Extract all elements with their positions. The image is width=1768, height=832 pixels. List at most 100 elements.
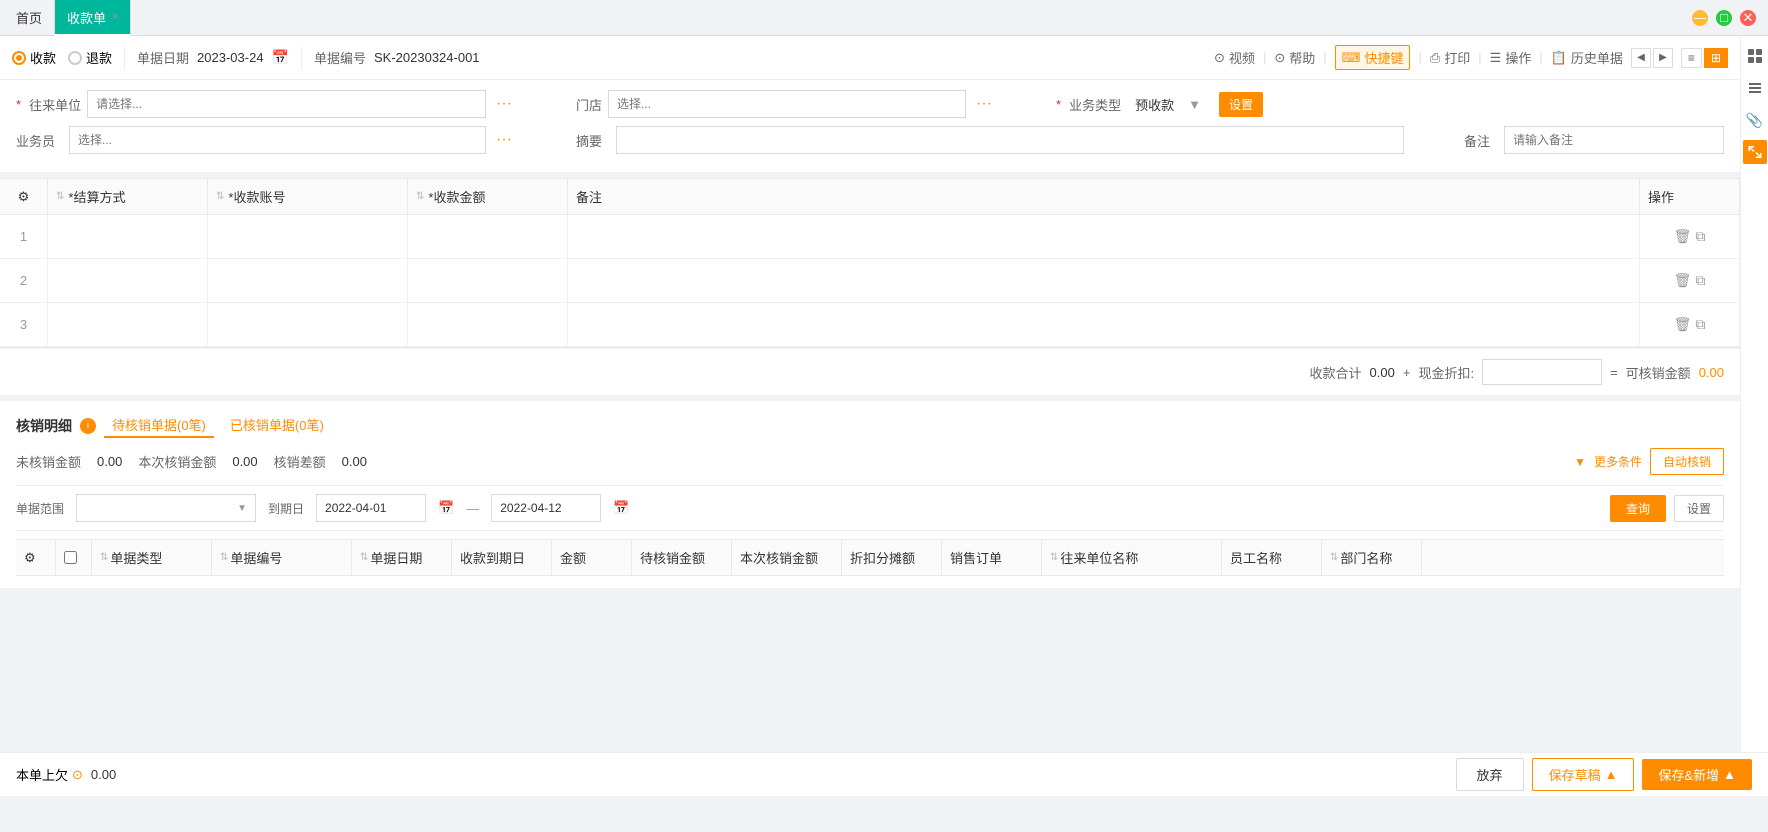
settings-button[interactable]: 设置 — [1219, 92, 1263, 117]
discard-button[interactable]: 放弃 — [1456, 758, 1524, 791]
sidebar-expand-icon[interactable] — [1743, 140, 1767, 164]
row-1-settlement[interactable] — [48, 215, 208, 258]
sidebar-table-icon[interactable] — [1743, 44, 1767, 68]
more-conditions-icon[interactable]: ▼ — [1574, 455, 1586, 469]
verify-title-text: 核销明细 — [16, 416, 72, 436]
save-new-button[interactable]: 保存&新增 ▲ — [1642, 759, 1752, 790]
staff-more-button[interactable]: ··· — [492, 131, 516, 149]
row-2-remark[interactable] — [568, 259, 1640, 302]
col-gear[interactable]: ⚙ — [0, 179, 48, 214]
help-label: 帮助 — [1289, 48, 1315, 67]
shortcut-label: 快捷键 — [1364, 48, 1403, 67]
bcol-pending: 待核销金额 — [632, 540, 732, 575]
close-button[interactable]: ✕ — [1740, 10, 1756, 26]
partner-more-button[interactable]: ··· — [492, 95, 516, 113]
range-select[interactable]: ▼ — [76, 494, 256, 522]
row-3-amount[interactable] — [408, 303, 568, 346]
date-picker-icon[interactable]: 📅 — [272, 49, 289, 66]
remark-field: 备注 — [1464, 126, 1724, 154]
save-new-arrow: ▲ — [1723, 767, 1736, 782]
setting-button[interactable]: 设置 — [1674, 495, 1724, 522]
toolbar-right: ⊙ 视频 | ⊙ 帮助 | ⌨ 快捷键 | ⎙ 打印 | ☰ 操作 | — [1214, 45, 1728, 70]
verify-info-icon[interactable]: i — [80, 418, 96, 434]
row-3-remark[interactable] — [568, 303, 1640, 346]
query-button[interactable]: 查询 — [1610, 495, 1666, 522]
tab-home-label: 首页 — [16, 8, 42, 27]
bcol-pending-label: 待核销金额 — [640, 548, 705, 567]
summary-input[interactable] — [616, 126, 1404, 154]
row-1-remark[interactable] — [568, 215, 1640, 258]
row-1-account[interactable] — [208, 215, 408, 258]
bcol-checkbox[interactable] — [56, 540, 92, 575]
tab-done[interactable]: 已核销单据(0笔) — [222, 413, 332, 438]
save-draft-label: 保存草稿 — [1549, 765, 1601, 784]
store-input[interactable] — [608, 90, 966, 118]
sidebar-attachment-icon[interactable]: 📎 — [1743, 108, 1767, 132]
table-header: ⚙ ⇅ *结算方式 ⇅ *收款账号 ⇅ *收款金额 备注 操作 — [0, 179, 1740, 215]
bcol-gear[interactable]: ⚙ — [16, 540, 56, 575]
verify-tabs: 待核销单据(0笔) 已核销单据(0笔) — [104, 413, 332, 438]
print-label: 打印 — [1444, 48, 1470, 67]
help-action[interactable]: ⊙ 帮助 — [1274, 48, 1315, 67]
operation-action[interactable]: ☰ 操作 — [1490, 48, 1532, 67]
staff-input[interactable] — [69, 126, 486, 154]
table-row: 3 🗑 ⧉ — [0, 303, 1740, 347]
video-action[interactable]: ⊙ 视频 — [1214, 48, 1255, 67]
row-3-settlement[interactable] — [48, 303, 208, 346]
store-more-button[interactable]: ··· — [972, 95, 996, 113]
session-info-icon[interactable]: ⊙ — [72, 767, 83, 783]
history-action[interactable]: 📋 历史单据 — [1551, 48, 1623, 67]
nav-prev-button[interactable]: ◀ — [1631, 48, 1651, 68]
minimize-button[interactable]: — — [1692, 10, 1708, 26]
sort-icon-account: ⇅ — [216, 191, 224, 202]
col-settlement-label: *结算方式 — [68, 187, 125, 206]
row-2-settlement[interactable] — [48, 259, 208, 302]
maximize-button[interactable]: □ — [1716, 10, 1732, 26]
discount-label: 现金折扣: — [1418, 363, 1474, 382]
session-value: 0.00 — [91, 767, 116, 782]
row-1-amount[interactable] — [408, 215, 568, 258]
tab-home[interactable]: 首页 — [4, 0, 54, 36]
number-label: 单据编号 — [314, 48, 366, 67]
video-icon: ⊙ — [1214, 50, 1225, 66]
nav-next-button[interactable]: ▶ — [1653, 48, 1673, 68]
calendar-to-icon[interactable]: 📅 — [613, 500, 629, 516]
row-2-account[interactable] — [208, 259, 408, 302]
view-card-button[interactable]: ⊞ — [1704, 48, 1728, 68]
date-from-input[interactable] — [316, 494, 426, 522]
row-2-amount[interactable] — [408, 259, 568, 302]
row-1-copy-icon[interactable]: ⧉ — [1695, 228, 1705, 245]
remark-input[interactable] — [1504, 126, 1724, 154]
select-all-checkbox[interactable] — [64, 551, 77, 564]
form-row-1: * 往来单位 ··· 门店 ··· * 业务类型 预收款 ▼ 设置 — [16, 90, 1724, 118]
row-3-delete-icon[interactable]: 🗑 — [1674, 316, 1692, 333]
biz-dropdown-icon[interactable]: ▼ — [1188, 97, 1201, 112]
row-2-num: 2 — [0, 259, 48, 302]
save-draft-button[interactable]: 保存草稿 ▲ — [1532, 758, 1635, 791]
tab-receipt-close[interactable]: × — [112, 11, 118, 23]
sort-icon-amount: ⇅ — [416, 191, 424, 202]
more-conditions-label[interactable]: 更多条件 — [1594, 453, 1642, 470]
shortcut-action[interactable]: ⌨ 快捷键 — [1335, 45, 1411, 70]
row-3-copy-icon[interactable]: ⧉ — [1695, 316, 1705, 333]
tab-pending-label: 待核销单据(0笔) — [112, 418, 206, 433]
print-action[interactable]: ⎙ 打印 — [1430, 48, 1470, 67]
row-2-copy-icon[interactable]: ⧉ — [1695, 272, 1705, 289]
date-label: 单据日期 — [137, 48, 189, 67]
page-footer: 本单上欠 ⊙ 0.00 放弃 保存草稿 ▲ 保存&新增 ▲ — [0, 752, 1768, 796]
sort-icon-settlement: ⇅ — [56, 191, 64, 202]
row-2-delete-icon[interactable]: 🗑 — [1674, 272, 1692, 289]
calendar-from-icon[interactable]: 📅 — [438, 500, 454, 516]
radio-receipt[interactable]: 收款 — [12, 48, 56, 67]
tab-pending[interactable]: 待核销单据(0笔) — [104, 413, 214, 438]
tab-receipt[interactable]: 收款单 × — [54, 0, 131, 36]
partner-input[interactable] — [87, 90, 486, 118]
radio-refund[interactable]: 退款 — [68, 48, 112, 67]
row-1-delete-icon[interactable]: 🗑 — [1674, 228, 1692, 245]
view-list-button[interactable]: ≡ — [1681, 48, 1702, 68]
discount-input[interactable] — [1482, 359, 1602, 385]
date-to-input[interactable] — [491, 494, 601, 522]
row-3-account[interactable] — [208, 303, 408, 346]
sidebar-list-icon[interactable] — [1743, 76, 1767, 100]
auto-cancel-button[interactable]: 自动核销 — [1650, 448, 1724, 475]
